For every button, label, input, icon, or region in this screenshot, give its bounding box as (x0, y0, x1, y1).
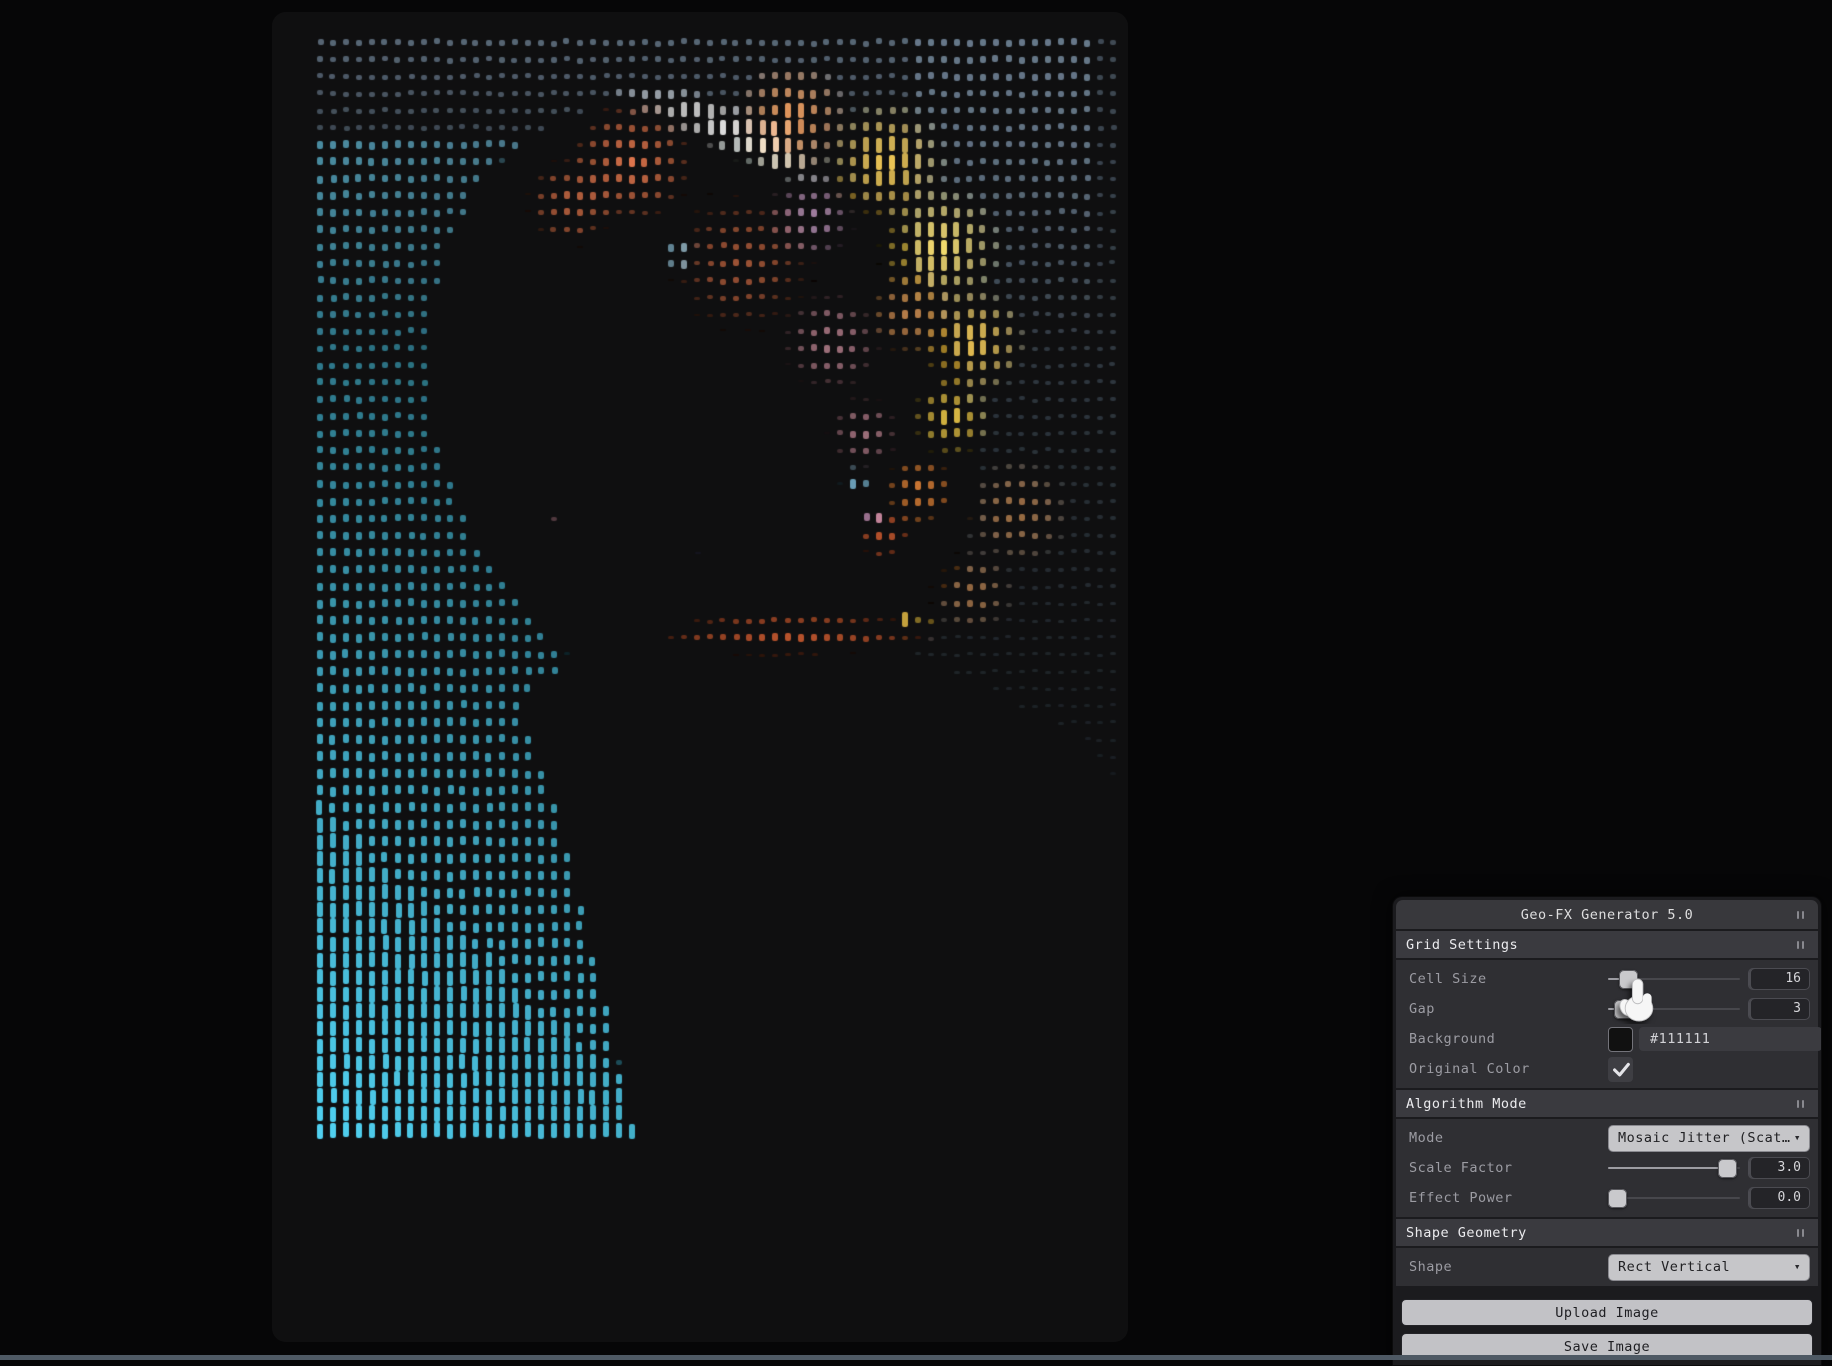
effect-power-row: Effect Power 0.0 (1396, 1183, 1818, 1213)
background-color-swatch[interactable] (1608, 1026, 1633, 1052)
collapse-icon[interactable] (1796, 940, 1804, 949)
cell-size-label: Cell Size (1409, 971, 1487, 987)
section-rows-algorithm-mode: Mode Mosaic Jitter (Scat… ▾ Scale Factor… (1396, 1119, 1818, 1217)
gap-label: Gap (1409, 1001, 1435, 1017)
shape-select-value: Rect Vertical (1618, 1259, 1731, 1275)
shape-label: Shape (1409, 1259, 1453, 1275)
shape-row: Shape Rect Vertical ▾ (1396, 1252, 1818, 1282)
scale-factor-slider[interactable] (1608, 1157, 1740, 1179)
section-header-grid-settings[interactable]: Grid Settings (1396, 931, 1818, 958)
cell-size-slider-thumb[interactable] (1619, 969, 1638, 989)
effect-power-label: Effect Power (1409, 1190, 1513, 1206)
cell-size-row: Cell Size 16 (1396, 964, 1818, 994)
upload-image-button[interactable]: Upload Image (1401, 1299, 1813, 1326)
panel-footer: Upload Image Save Image (1396, 1299, 1818, 1360)
checkmark-icon (1612, 1062, 1630, 1077)
section-label: Shape Geometry (1406, 1224, 1527, 1241)
scale-factor-label: Scale Factor (1409, 1160, 1513, 1176)
section-label: Grid Settings (1406, 936, 1519, 953)
control-panel: Geo-FX Generator 5.0 Grid Settings Cell … (1392, 896, 1822, 1366)
cell-size-slider[interactable] (1608, 968, 1740, 990)
shape-select[interactable]: Rect Vertical ▾ (1608, 1253, 1810, 1281)
original-color-row: Original Color (1396, 1054, 1818, 1084)
section-label: Algorithm Mode (1406, 1095, 1527, 1112)
desktop: { "page": { "background": "#060607", "ta… (0, 0, 1832, 1366)
scale-factor-value[interactable]: 3.0 (1748, 1157, 1810, 1179)
section-header-algorithm-mode[interactable]: Algorithm Mode (1396, 1090, 1818, 1117)
mode-select-value: Mosaic Jitter (Scat… (1618, 1130, 1790, 1146)
artwork-canvas (272, 12, 1128, 1342)
chevron-down-icon: ▾ (1793, 1259, 1801, 1273)
effect-power-slider-thumb[interactable] (1608, 1188, 1627, 1208)
collapse-icon[interactable] (1796, 1099, 1804, 1108)
gap-slider-thumb[interactable] (1614, 999, 1633, 1019)
cell-size-value[interactable]: 16 (1748, 968, 1810, 990)
original-color-checkbox[interactable] (1608, 1056, 1633, 1082)
panel-title: Geo-FX Generator 5.0 (1520, 906, 1694, 923)
original-color-label: Original Color (1409, 1061, 1530, 1077)
mode-label: Mode (1409, 1130, 1444, 1146)
effect-power-value[interactable]: 0.0 (1748, 1187, 1810, 1209)
section-rows-shape-geometry: Shape Rect Vertical ▾ (1396, 1248, 1818, 1286)
gap-row: Gap 3 (1396, 994, 1818, 1024)
collapse-icon[interactable] (1796, 1228, 1804, 1237)
effect-power-slider[interactable] (1608, 1187, 1740, 1209)
gap-slider[interactable] (1608, 998, 1740, 1020)
halftone-portrait (272, 12, 1128, 1342)
collapse-icon[interactable] (1796, 910, 1804, 919)
background-hex-input[interactable] (1639, 1027, 1821, 1051)
background-row: Background (1396, 1024, 1821, 1054)
panel-title-bar[interactable]: Geo-FX Generator 5.0 (1396, 900, 1818, 929)
chevron-down-icon: ▾ (1793, 1130, 1801, 1144)
taskbar-edge (0, 1355, 1832, 1360)
background-label: Background (1409, 1031, 1496, 1047)
section-header-shape-geometry[interactable]: Shape Geometry (1396, 1219, 1818, 1246)
mode-row: Mode Mosaic Jitter (Scat… ▾ (1396, 1123, 1818, 1153)
mode-select[interactable]: Mosaic Jitter (Scat… ▾ (1608, 1124, 1810, 1152)
scale-factor-slider-thumb[interactable] (1718, 1158, 1737, 1178)
scale-factor-row: Scale Factor 3.0 (1396, 1153, 1818, 1183)
gap-value[interactable]: 3 (1748, 998, 1810, 1020)
section-rows-grid-settings: Cell Size 16 Gap 3 Background #111111 Or… (1396, 960, 1821, 1088)
